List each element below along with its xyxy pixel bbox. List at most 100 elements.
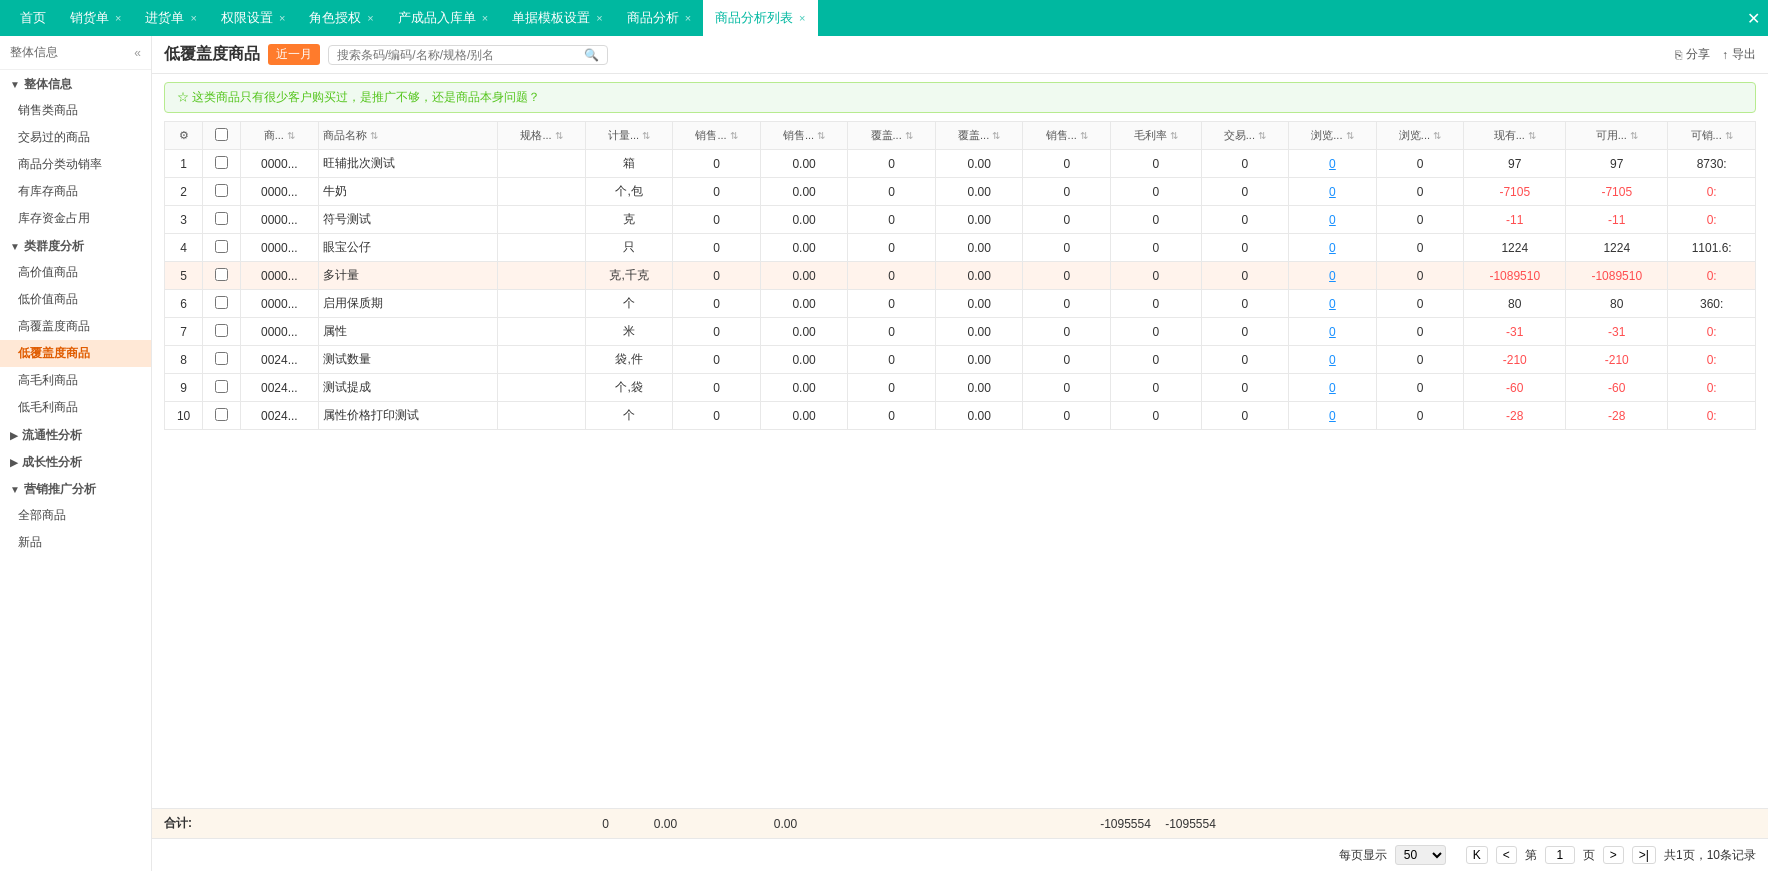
cell-sales-x: 0 <box>1023 178 1111 206</box>
th-cover2[interactable]: 覆盖... ⇅ <box>935 122 1023 150</box>
row-checkbox[interactable] <box>215 324 228 337</box>
th-sales-qty[interactable]: 销售... ⇅ <box>673 122 761 150</box>
nav-tab-permission-close[interactable]: × <box>279 12 285 24</box>
nav-tab-purchase[interactable]: 进货单 × <box>133 0 208 36</box>
row-checkbox[interactable] <box>215 240 228 253</box>
cell-sellable: 0: <box>1668 402 1756 430</box>
page-number-input[interactable] <box>1545 846 1575 864</box>
sidebar-item-category-rate[interactable]: 商品分类动销率 <box>0 151 151 178</box>
th-unit[interactable]: 计量... ⇅ <box>585 122 673 150</box>
row-checkbox[interactable] <box>215 352 228 365</box>
last-page-button[interactable]: >| <box>1632 846 1656 864</box>
export-button[interactable]: ↑ 导出 <box>1722 46 1756 63</box>
th-current[interactable]: 现有... ⇅ <box>1464 122 1566 150</box>
th-name[interactable]: 商品名称 ⇅ <box>318 122 497 150</box>
cell-name: 属性 <box>318 318 497 346</box>
cell-browse1: 0 <box>1289 234 1377 262</box>
cell-check <box>203 234 241 262</box>
nav-tab-role[interactable]: 角色授权 × <box>297 0 385 36</box>
select-all-checkbox[interactable] <box>215 128 228 141</box>
row-checkbox[interactable] <box>215 268 228 281</box>
sidebar-item-high-margin[interactable]: 高毛利商品 <box>0 367 151 394</box>
th-gross-rate[interactable]: 毛利率 ⇅ <box>1110 122 1201 150</box>
row-checkbox[interactable] <box>215 296 228 309</box>
cell-unit: 袋,件 <box>585 346 673 374</box>
th-available[interactable]: 可用... ⇅ <box>1566 122 1668 150</box>
sidebar-item-traded-goods[interactable]: 交易过的商品 <box>0 124 151 151</box>
sidebar-item-capital[interactable]: 库存资金占用 <box>0 205 151 232</box>
sidebar-item-high-value[interactable]: 高价值商品 <box>0 259 151 286</box>
cell-sales-qty: 0 <box>673 374 761 402</box>
sidebar-item-high-coverage[interactable]: 高覆盖度商品 <box>0 313 151 340</box>
section-arrow-marketing: ▼ <box>10 484 20 495</box>
sidebar-item-all-goods[interactable]: 全部商品 <box>0 502 151 529</box>
share-button[interactable]: ⎘ 分享 <box>1675 46 1710 63</box>
next-page-button[interactable]: > <box>1603 846 1624 864</box>
row-checkbox[interactable] <box>215 408 228 421</box>
sidebar-item-new-goods[interactable]: 新品 <box>0 529 151 556</box>
info-banner: ☆ 这类商品只有很少客户购买过，是推广不够，还是商品本身问题？ <box>164 82 1756 113</box>
nav-tab-purchase-close[interactable]: × <box>190 12 196 24</box>
row-checkbox[interactable] <box>215 184 228 197</box>
th-spec[interactable]: 规格... ⇅ <box>498 122 586 150</box>
th-browse1[interactable]: 浏览... ⇅ <box>1289 122 1377 150</box>
nav-tab-role-close[interactable]: × <box>367 12 373 24</box>
cell-cover1: 0 <box>848 262 936 290</box>
export-label: 导出 <box>1732 46 1756 63</box>
table-row: 5 0000... 多计量 克,千克 0 0.00 0 0.00 0 0 0 0… <box>165 262 1756 290</box>
sidebar-item-with-stock[interactable]: 有库存商品 <box>0 178 151 205</box>
nav-tab-analysis-list-close[interactable]: × <box>799 12 805 24</box>
sidebar-item-low-margin[interactable]: 低毛利商品 <box>0 394 151 421</box>
sidebar-section-marketing[interactable]: ▼ 营销推广分析 <box>0 475 151 502</box>
cell-available: 80 <box>1566 290 1668 318</box>
sidebar-section-growth[interactable]: ▶ 成长性分析 <box>0 448 151 475</box>
cell-sales-amt: 0.00 <box>760 234 848 262</box>
search-icon[interactable]: 🔍 <box>584 48 599 62</box>
th-code[interactable]: 商... ⇅ <box>240 122 318 150</box>
nav-tab-permission[interactable]: 权限设置 × <box>209 0 297 36</box>
th-sales-amt[interactable]: 销售... ⇅ <box>760 122 848 150</box>
th-sales-x[interactable]: 销售... ⇅ <box>1023 122 1111 150</box>
sidebar-item-low-value[interactable]: 低价值商品 <box>0 286 151 313</box>
sidebar-item-low-coverage[interactable]: 低覆盖度商品 <box>0 340 151 367</box>
cell-check <box>203 402 241 430</box>
search-input[interactable] <box>337 48 580 62</box>
nav-tab-analysis-list[interactable]: 商品分析列表 × <box>703 0 817 36</box>
cell-sales-qty: 0 <box>673 402 761 430</box>
sidebar-section-overall[interactable]: ▼ 整体信息 <box>0 70 151 97</box>
row-checkbox[interactable] <box>215 380 228 393</box>
section-arrow-cluster: ▼ <box>10 241 20 252</box>
nav-tab-template-close[interactable]: × <box>596 12 602 24</box>
period-button[interactable]: 近一月 <box>268 44 320 65</box>
sidebar-section-cluster[interactable]: ▼ 类群度分析 <box>0 232 151 259</box>
sidebar-section-flow[interactable]: ▶ 流通性分析 <box>0 421 151 448</box>
cell-spec <box>498 262 586 290</box>
settings-icon[interactable]: ⚙ <box>179 129 189 141</box>
th-cover1[interactable]: 覆盖... ⇅ <box>848 122 936 150</box>
row-checkbox[interactable] <box>215 156 228 169</box>
cell-sales-qty: 0 <box>673 206 761 234</box>
nav-tab-analysis-close[interactable]: × <box>685 12 691 24</box>
first-page-button[interactable]: K <box>1466 846 1488 864</box>
cell-sales-x: 0 <box>1023 402 1111 430</box>
page-size-select[interactable]: 50 100 200 <box>1395 845 1446 865</box>
cell-cover1: 0 <box>848 318 936 346</box>
nav-tab-analysis[interactable]: 商品分析 × <box>615 0 703 36</box>
row-checkbox[interactable] <box>215 212 228 225</box>
cell-trade: 0 <box>1201 178 1289 206</box>
nav-tab-product-in-close[interactable]: × <box>482 12 488 24</box>
th-trade[interactable]: 交易... ⇅ <box>1201 122 1289 150</box>
nav-tab-home[interactable]: 首页 <box>8 0 58 36</box>
nav-tab-product-in[interactable]: 产成品入库单 × <box>386 0 500 36</box>
nav-tab-sales-close[interactable]: × <box>115 12 121 24</box>
prev-page-button[interactable]: < <box>1496 846 1517 864</box>
sidebar-collapse-icon[interactable]: « <box>134 46 141 60</box>
nav-tab-template[interactable]: 单据模板设置 × <box>500 0 614 36</box>
window-close-button[interactable]: ✕ <box>1747 9 1760 28</box>
total-current: -1095554 <box>1093 817 1158 831</box>
sidebar-item-sales-goods[interactable]: 销售类商品 <box>0 97 151 124</box>
th-browse2[interactable]: 浏览... ⇅ <box>1376 122 1464 150</box>
th-sellable[interactable]: 可销... ⇅ <box>1668 122 1756 150</box>
nav-tab-sales[interactable]: 销货单 × <box>58 0 133 36</box>
total-label: 合计: <box>164 815 192 832</box>
